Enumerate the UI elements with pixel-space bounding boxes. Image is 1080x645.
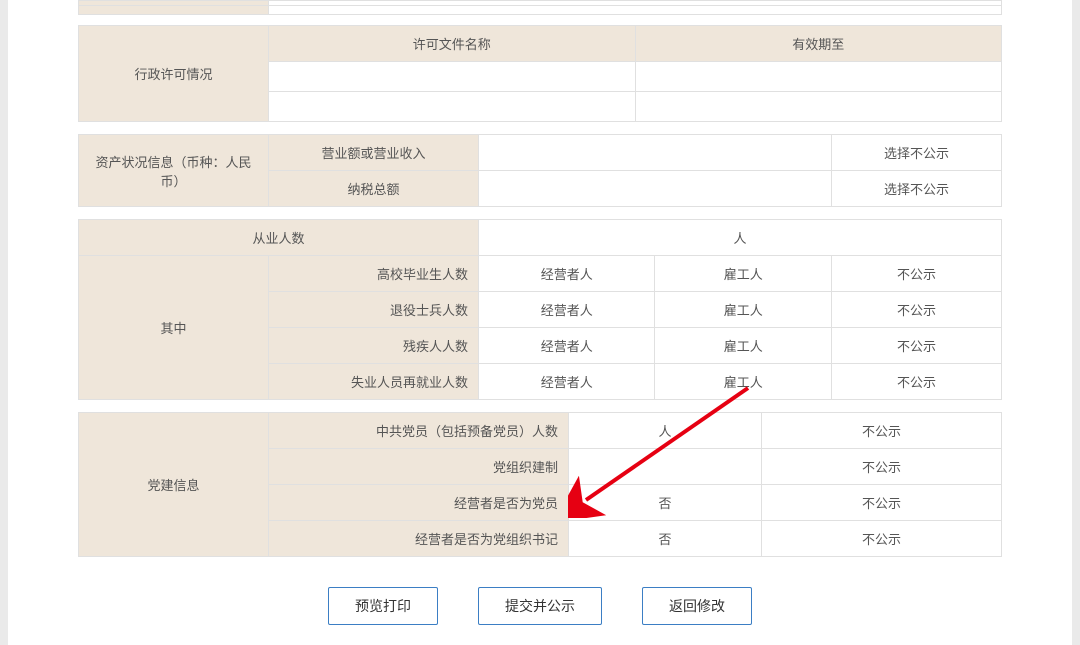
permit-r1c1[interactable]	[269, 62, 636, 92]
permit-table: 行政许可情况 许可文件名称 有效期至	[78, 25, 1002, 122]
asset-r1-value[interactable]	[479, 135, 832, 171]
employee-sub-c2[interactable]: 雇工人	[655, 328, 831, 364]
permit-r2c2[interactable]	[635, 92, 1002, 122]
permit-col1-header: 许可文件名称	[269, 26, 636, 62]
party-sub-c1[interactable]	[569, 449, 762, 485]
employee-sub-label: 失业人员再就业人数	[269, 364, 479, 400]
party-sub-c1[interactable]: 人	[569, 413, 762, 449]
party-sub-label: 中共党员（包括预备党员）人数	[269, 413, 569, 449]
employee-sub-c3[interactable]: 不公示	[831, 328, 1001, 364]
back-edit-button[interactable]: 返回修改	[642, 587, 752, 625]
employee-sub-c2[interactable]: 雇工人	[655, 292, 831, 328]
action-button-row: 预览打印 提交并公示 返回修改	[78, 569, 1002, 635]
employee-sub-c3[interactable]: 不公示	[831, 256, 1001, 292]
employee-sub-c1[interactable]: 经营者人	[479, 292, 655, 328]
permit-col2-header: 有效期至	[635, 26, 1002, 62]
employee-sub-c2[interactable]: 雇工人	[655, 256, 831, 292]
employee-sub-c3[interactable]: 不公示	[831, 364, 1001, 400]
party-sub-c2[interactable]: 不公示	[762, 521, 1002, 557]
party-rowlabel: 党建信息	[79, 413, 269, 557]
asset-r1-opt[interactable]: 选择不公示	[832, 135, 1002, 171]
party-sub-label: 党组织建制	[269, 449, 569, 485]
asset-r2-label: 纳税总额	[269, 171, 479, 207]
employee-sub-c1[interactable]: 经营者人	[479, 256, 655, 292]
party-sub-label: 经营者是否为党员	[269, 485, 569, 521]
party-sub-c1[interactable]: 否	[569, 521, 762, 557]
employee-table: 从业人数 人 其中 高校毕业生人数 经营者人 雇工人 不公示 退役士兵人数 经营…	[78, 219, 1002, 400]
party-sub-c1[interactable]: 否	[569, 485, 762, 521]
party-sub-c2[interactable]: 不公示	[762, 485, 1002, 521]
party-sub-label: 经营者是否为党组织书记	[269, 521, 569, 557]
employee-count-value[interactable]: 人	[479, 220, 1002, 256]
employee-sub-label: 高校毕业生人数	[269, 256, 479, 292]
permit-r1c2[interactable]	[635, 62, 1002, 92]
permit-r2c1[interactable]	[269, 92, 636, 122]
stub-cell2	[269, 6, 1002, 15]
submit-publish-button[interactable]: 提交并公示	[478, 587, 602, 625]
asset-table: 资产状况信息（币种：人民币） 营业额或营业收入 选择不公示 纳税总额 选择不公示	[78, 134, 1002, 207]
preview-print-button[interactable]: 预览打印	[328, 587, 438, 625]
asset-r2-value[interactable]	[479, 171, 832, 207]
party-table: 党建信息 中共党员（包括预备党员）人数 人 不公示 党组织建制 不公示 经营者是…	[78, 412, 1002, 557]
stub-label2	[79, 6, 269, 15]
employee-sub-label: 退役士兵人数	[269, 292, 479, 328]
employee-sub-c1[interactable]: 经营者人	[479, 364, 655, 400]
employee-sub-c1[interactable]: 经营者人	[479, 328, 655, 364]
asset-rowlabel: 资产状况信息（币种：人民币）	[79, 135, 269, 207]
employee-sub-c2[interactable]: 雇工人	[655, 364, 831, 400]
stub-table	[78, 0, 1002, 15]
permit-rowlabel: 行政许可情况	[79, 26, 269, 122]
party-sub-c2[interactable]: 不公示	[762, 449, 1002, 485]
asset-r2-opt[interactable]: 选择不公示	[832, 171, 1002, 207]
employee-count-label: 从业人数	[79, 220, 479, 256]
employee-midlabel: 其中	[79, 256, 269, 400]
employee-sub-label: 残疾人人数	[269, 328, 479, 364]
employee-sub-c3[interactable]: 不公示	[831, 292, 1001, 328]
asset-r1-label: 营业额或营业收入	[269, 135, 479, 171]
party-sub-c2[interactable]: 不公示	[762, 413, 1002, 449]
